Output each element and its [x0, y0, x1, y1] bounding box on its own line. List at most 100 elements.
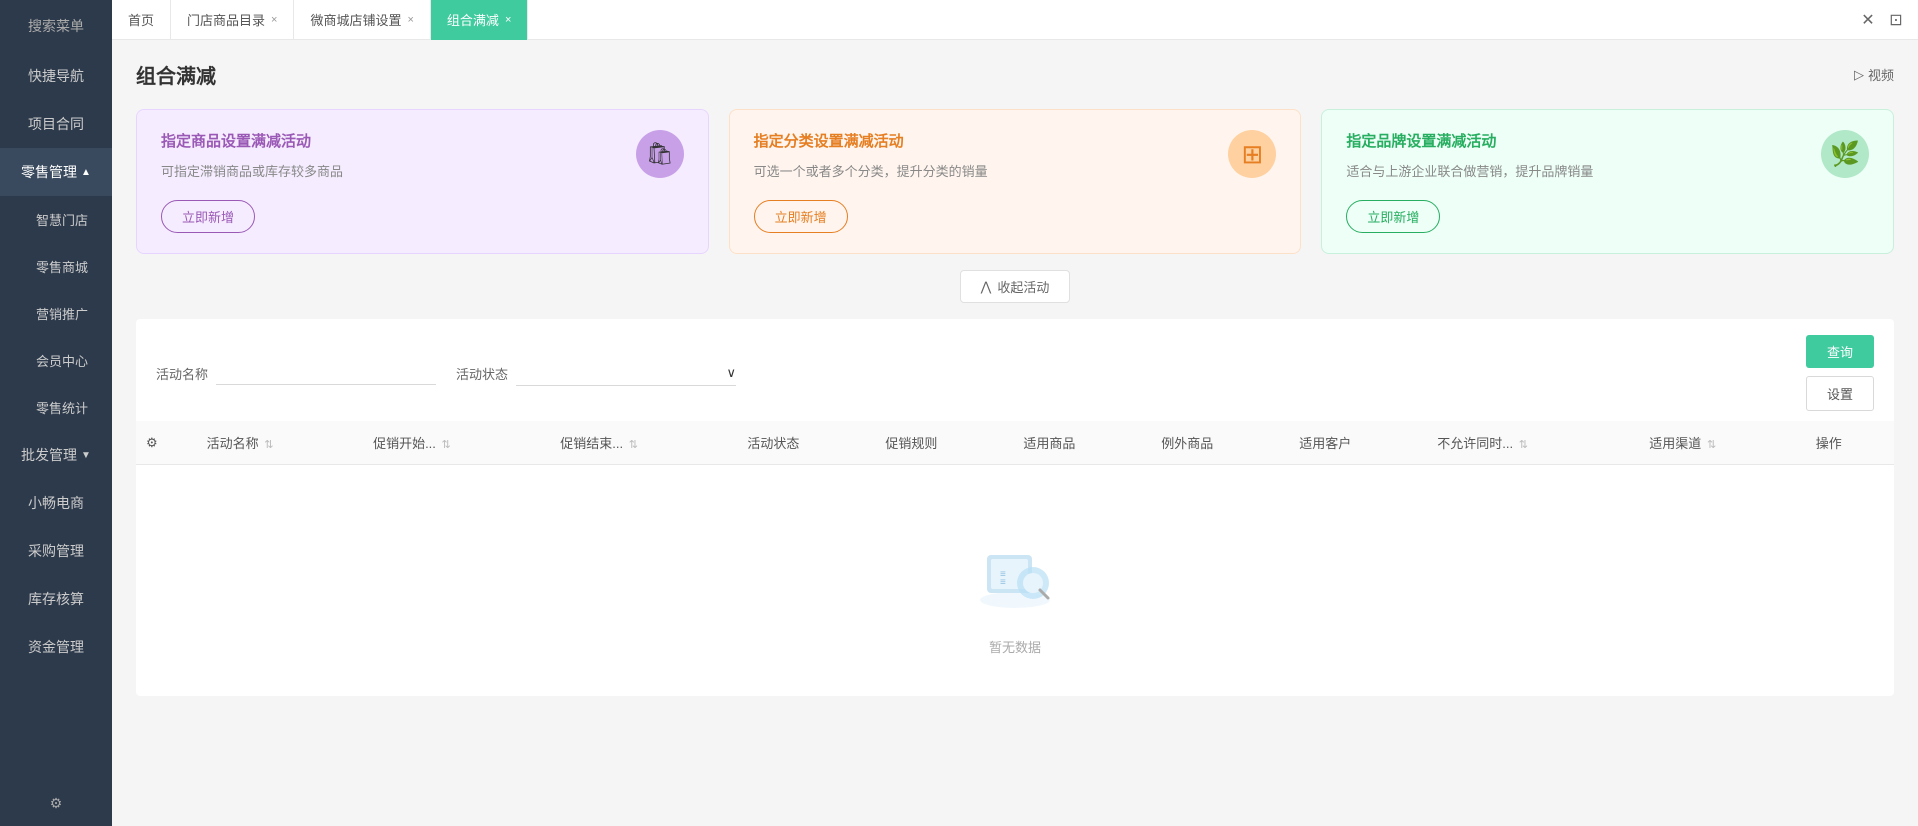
sidebar-item-label: 批发管理	[21, 445, 77, 465]
sidebar-item-marketing[interactable]: 营销推广	[0, 290, 112, 337]
table-body: ≡ ≡ 暂无数据	[136, 465, 1894, 697]
col-name[interactable]: 活动名称 ⇅	[197, 421, 363, 465]
cards-row: 指定商品设置满减活动 🛍 可指定滞销商品或库存较多商品 立即新增 指定分类设置满…	[136, 109, 1894, 254]
chevron-up-icon: ⋀	[981, 279, 992, 295]
col-end-label: 促销结束...	[560, 436, 623, 451]
empty-state-text: 暂无数据	[989, 637, 1041, 656]
tab-store-catalog[interactable]: 门店商品目录 ×	[171, 0, 294, 40]
product-card-desc: 可指定滞销商品或库存较多商品	[161, 161, 684, 180]
shopping-bag-icon: 🛍	[646, 141, 674, 167]
data-table: ⚙ 活动名称 ⇅ 促销开始... ⇅ 促销结束...	[136, 421, 1894, 696]
gear-icon: ⚙	[146, 435, 158, 450]
gear-icon: ⚙	[50, 795, 63, 811]
filter-name-label: 活动名称	[156, 364, 208, 383]
tab-wechat-settings-close[interactable]: ×	[407, 14, 413, 26]
filter-status-item: 活动状态 ∨	[456, 361, 736, 386]
filter-status-label: 活动状态	[456, 364, 508, 383]
sidebar-settings-btn[interactable]: ⚙	[0, 781, 112, 826]
col-goods-label: 适用商品	[1023, 436, 1075, 451]
table-wrapper: ⚙ 活动名称 ⇅ 促销开始... ⇅ 促销结束...	[136, 421, 1894, 696]
sidebar-item-label: 快捷导航	[28, 66, 84, 86]
sidebar-item-finance-mgmt[interactable]: 资金管理	[0, 623, 112, 671]
sidebar-item-label: 智慧门店	[36, 210, 88, 229]
sidebar-item-retail-mall[interactable]: 零售商城	[0, 243, 112, 290]
category-card-add-btn[interactable]: 立即新增	[754, 200, 848, 233]
col-settings[interactable]: ⚙	[136, 421, 197, 465]
sidebar-item-retail-stats[interactable]: 零售统计	[0, 384, 112, 431]
product-card-icon: 🛍	[636, 130, 684, 178]
tab-combo-discount-close[interactable]: ×	[505, 14, 511, 26]
sidebar-item-inventory[interactable]: 库存核算	[0, 575, 112, 623]
sidebar-item-quick-nav[interactable]: 快捷导航	[0, 52, 112, 100]
sidebar-item-project-contract[interactable]: 项目合同	[0, 100, 112, 148]
sidebar-item-smart-store[interactable]: 智慧门店	[0, 196, 112, 243]
tabbar: 首页 门店商品目录 × 微商城店铺设置 × 组合满减 × ✕ ⊡	[112, 0, 1918, 40]
col-start[interactable]: 促销开始... ⇅	[363, 421, 550, 465]
tab-combo-discount-label: 组合满减	[447, 10, 499, 29]
col-status: 活动状态	[737, 421, 875, 465]
brand-card-add-btn[interactable]: 立即新增	[1346, 200, 1440, 233]
sidebar-item-retail-mgmt[interactable]: 零售管理 ▲	[0, 148, 112, 196]
col-name-label: 活动名称	[207, 436, 259, 451]
col-no-overlap[interactable]: 不允许同时... ⇅	[1427, 421, 1639, 465]
sort-icon: ⇅	[1519, 439, 1528, 451]
sidebar-item-label: 项目合同	[28, 114, 84, 134]
sidebar-item-xiaochang[interactable]: 小畅电商	[0, 479, 112, 527]
sidebar-item-label: 采购管理	[28, 541, 84, 561]
play-circle-icon: ▷	[1854, 67, 1864, 83]
window-maximize-btn[interactable]: ⊡	[1886, 10, 1906, 30]
col-end[interactable]: 促销结束... ⇅	[550, 421, 737, 465]
svg-text:≡: ≡	[1000, 577, 1006, 588]
col-status-label: 活动状态	[747, 436, 799, 451]
col-rule-label: 促销规则	[885, 436, 937, 451]
filter-name-input[interactable]	[216, 361, 436, 385]
content-area: 组合满减 ▷ 视频 指定商品设置满减活动 🛍 可指定滞销商品或库存较多商品 立即…	[112, 40, 1918, 826]
sidebar-item-label: 库存核算	[28, 589, 84, 609]
sidebar-search[interactable]: 搜索菜单	[0, 0, 112, 52]
col-actions: 操作	[1806, 421, 1894, 465]
col-rule: 促销规则	[875, 421, 1013, 465]
sidebar-item-label: 零售统计	[36, 398, 88, 417]
video-link[interactable]: ▷ 视频	[1854, 65, 1894, 84]
col-actions-label: 操作	[1816, 436, 1842, 451]
grid-icon: ⊞	[1241, 139, 1263, 170]
brand-card-icon: 🌿	[1821, 130, 1869, 178]
tab-home-label: 首页	[128, 10, 154, 29]
tab-actions: ✕ ⊡	[1846, 10, 1918, 30]
sort-icon: ⇅	[1707, 439, 1716, 451]
tab-store-catalog-close[interactable]: ×	[271, 14, 277, 26]
video-link-label: 视频	[1868, 65, 1894, 84]
sidebar-item-label: 小畅电商	[28, 493, 84, 513]
main-area: 首页 门店商品目录 × 微商城店铺设置 × 组合满减 × ✕ ⊡ 组合满减 ▷ …	[112, 0, 1918, 826]
table-header-row: ⚙ 活动名称 ⇅ 促销开始... ⇅ 促销结束...	[136, 421, 1894, 465]
tab-combo-discount[interactable]: 组合满减 ×	[431, 0, 528, 40]
settings-button[interactable]: 设置	[1806, 376, 1874, 411]
product-card-title: 指定商品设置满减活动	[161, 130, 684, 151]
tab-wechat-settings[interactable]: 微商城店铺设置 ×	[294, 0, 430, 40]
filter-name-item: 活动名称	[156, 361, 436, 385]
sidebar-item-label: 资金管理	[28, 637, 84, 657]
col-start-label: 促销开始...	[373, 436, 436, 451]
col-customer-label: 适用客户	[1299, 436, 1351, 451]
brand-promo-card: 指定品牌设置满减活动 🌿 适合与上游企业联合做营销，提升品牌销量 立即新增	[1321, 109, 1894, 254]
sidebar-item-label: 会员中心	[36, 351, 88, 370]
collapse-activities-btn[interactable]: ⋀ 收起活动	[960, 270, 1071, 303]
chevron-up-icon: ▲	[81, 167, 91, 178]
product-card-add-btn[interactable]: 立即新增	[161, 200, 255, 233]
col-no-overlap-label: 不允许同时...	[1437, 436, 1513, 451]
tab-store-catalog-label: 门店商品目录	[187, 10, 265, 29]
page-header: 组合满减 ▷ 视频	[136, 60, 1894, 89]
filter-status-select[interactable]: ∨	[516, 361, 736, 386]
col-channel-label: 适用渠道	[1649, 436, 1701, 451]
sidebar-item-member-center[interactable]: 会员中心	[0, 337, 112, 384]
table-header: ⚙ 活动名称 ⇅ 促销开始... ⇅ 促销结束...	[136, 421, 1894, 465]
page-title: 组合满减	[136, 60, 216, 89]
col-channel[interactable]: 适用渠道 ⇅	[1639, 421, 1805, 465]
sidebar-item-wholesale-mgmt[interactable]: 批发管理 ▼	[0, 431, 112, 479]
tab-home[interactable]: 首页	[112, 0, 171, 40]
query-button[interactable]: 查询	[1806, 335, 1874, 368]
empty-state-icon: ≡ ≡	[965, 525, 1065, 625]
sidebar-item-purchase-mgmt[interactable]: 采购管理	[0, 527, 112, 575]
sort-icon: ⇅	[264, 439, 273, 451]
window-close-btn[interactable]: ✕	[1858, 10, 1878, 30]
